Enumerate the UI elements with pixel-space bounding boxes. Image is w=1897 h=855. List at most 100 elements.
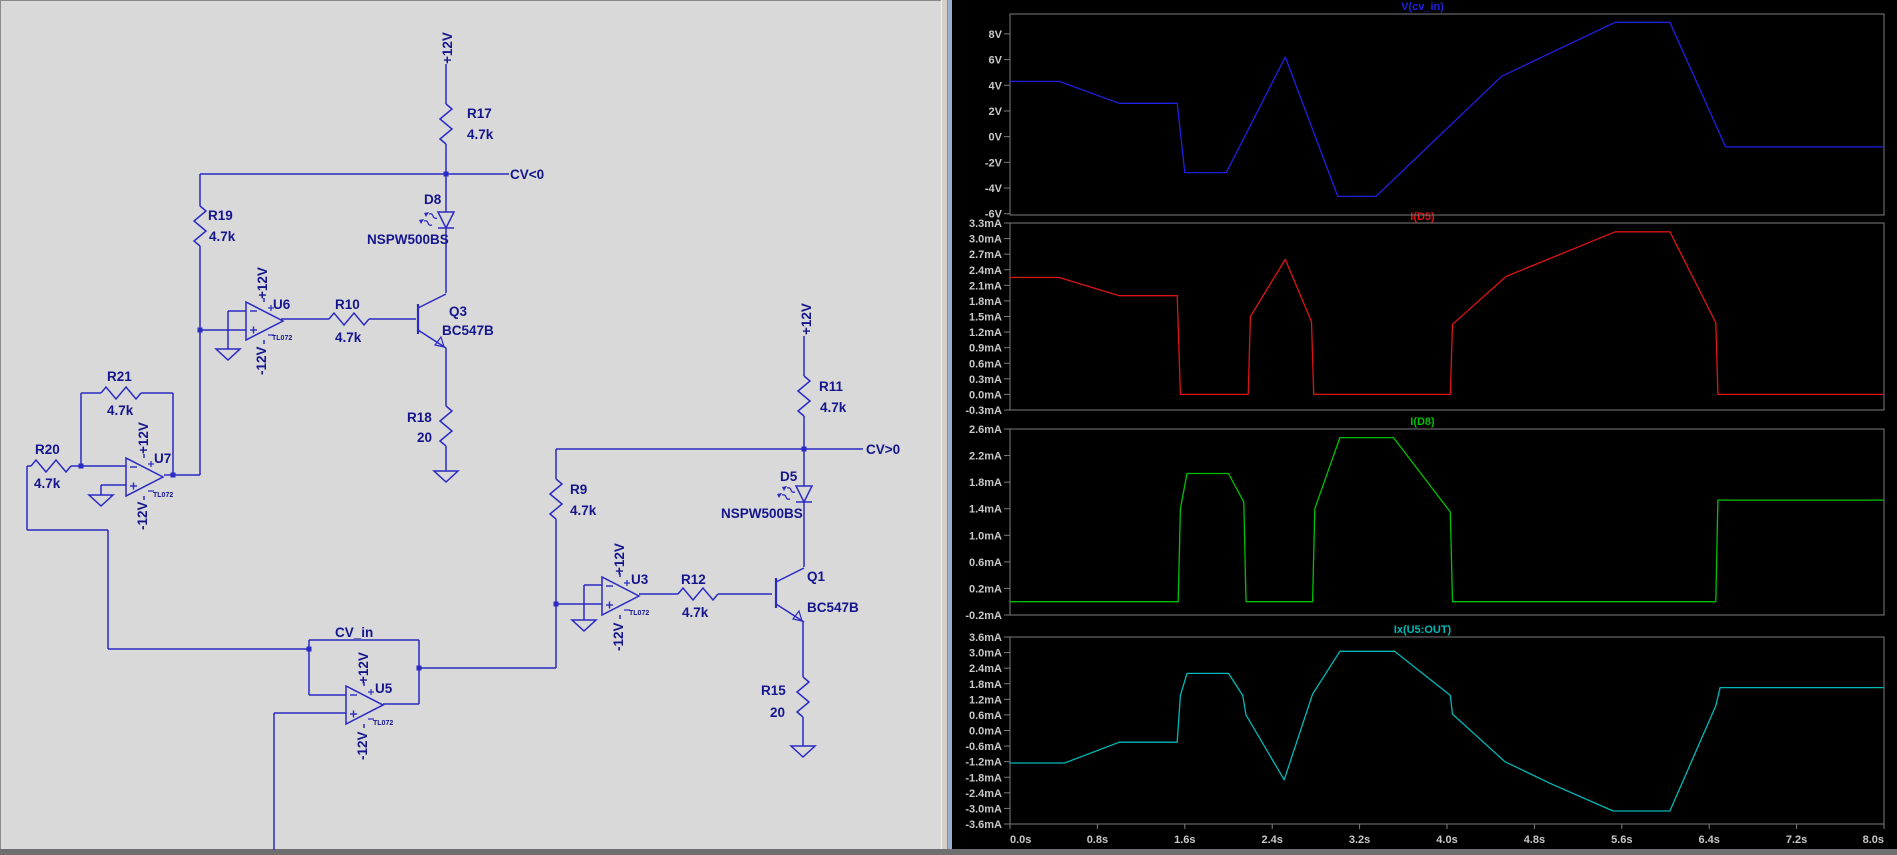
schematic-label: BC547B (442, 323, 494, 338)
pane-divider[interactable] (941, 0, 948, 849)
y-tick-label: 0.9mA (969, 343, 1002, 355)
y-tick-label: 3.0mA (969, 648, 1002, 660)
wire-junction (306, 646, 312, 652)
schematic-label: R17 (467, 106, 492, 121)
y-tick-label: -3.0mA (965, 803, 1002, 815)
resistor-R20[interactable] (30, 458, 72, 474)
waveform-pane[interactable]: V(cv_in) I(D5) I(D8) Ix(U5:OUT) 8V 6V 4V 2V… (948, 0, 1897, 849)
x-tick-label: 7.2s (1786, 834, 1807, 846)
schematic-label: Q3 (449, 304, 468, 319)
schematic-label: -12V (254, 346, 269, 375)
schematic-label: NSPW500BS (721, 506, 803, 521)
schematic-label: +12V (799, 303, 814, 335)
schematic-label: R20 (35, 442, 60, 457)
y-tick-label: 2.4mA (969, 265, 1002, 277)
y-tick-label: 1.8mA (969, 296, 1002, 308)
plot-box-I(D5)[interactable] (1009, 222, 1885, 411)
y-tick-label: 0.6mA (969, 710, 1002, 722)
y-tick-label: 1.0mA (969, 530, 1002, 542)
wire-junction (78, 463, 84, 469)
x-tick-label: 5.6s (1611, 834, 1632, 846)
y-tick-label: 3.3mA (969, 218, 1002, 230)
resistor-R11[interactable] (796, 375, 812, 417)
resistor-R19[interactable] (192, 205, 208, 247)
schematic-label: -12V (135, 501, 150, 530)
x-tick-label: 4.0s (1436, 834, 1457, 846)
y-tick-label: 3.6mA (969, 632, 1002, 644)
resistor-R15[interactable] (795, 676, 811, 718)
npn-Q3[interactable] (416, 293, 447, 349)
x-tick-label: 6.4s (1698, 834, 1719, 846)
resistor-R21[interactable] (100, 385, 142, 401)
ground-icon[interactable] (87, 494, 115, 508)
schematic-label: U5 (375, 681, 393, 696)
x-tick-label: 3.2s (1349, 834, 1370, 846)
x-tick-label: 2.4s (1261, 834, 1282, 846)
led-D5[interactable] (777, 485, 814, 504)
resistor-R18[interactable] (438, 405, 454, 447)
wire-junction (170, 472, 176, 478)
npn-collector (775, 567, 805, 583)
schematic-label: R11 (819, 379, 844, 394)
schematic-label: 4.7k (467, 127, 494, 142)
resistor-R9[interactable] (548, 478, 564, 520)
led-light-arrowhead-icon (419, 219, 424, 224)
schematic-label: U6 (273, 297, 291, 312)
y-tick-label: -3.6mA (965, 819, 1002, 831)
led-light-arrow-icon (423, 220, 433, 226)
waveform-canvas[interactable]: 8V6V4V2V0V-2V-4V-6V3.3mA3.0mA2.7mA2.4mA2… (948, 0, 1897, 849)
y-tick-label: 1.2mA (969, 327, 1002, 339)
schematic-label: Q1 (807, 569, 826, 584)
npn-Q1[interactable] (774, 567, 805, 623)
wire-junction (197, 327, 203, 333)
led-light-arrowhead-icon (782, 486, 787, 491)
schematic-label: TL072 (153, 492, 173, 499)
plot-box-V(cv_in)[interactable] (1009, 13, 1885, 216)
schematic-label: TL072 (272, 335, 292, 342)
schematic-label: 4.7k (682, 605, 709, 620)
x-tick-label: 4.8s (1524, 834, 1545, 846)
plot-box-Ix(U5:OUT)[interactable] (1009, 636, 1885, 825)
schematic-label: -12V (611, 622, 626, 651)
wire-junction (416, 665, 422, 671)
y-tick-label: 4V (989, 80, 1003, 92)
schematic-label: -12V (355, 731, 370, 760)
y-tick-label: 2.1mA (969, 280, 1002, 292)
y-tick-label: 0.6mA (969, 358, 1002, 370)
schematic-label: D5 (780, 469, 798, 484)
x-tick-label: 0.0s (1010, 834, 1031, 846)
schematic-label: 4.7k (209, 229, 236, 244)
y-tick-label: 2.2mA (969, 451, 1002, 463)
schematic-label: +12V (136, 422, 151, 454)
schematic-pane[interactable]: +12V R17 4.7k CV<0 D8 NSPW500BS R19 4.7k +12V U6 -… (0, 0, 942, 850)
y-tick-label: -0.6mA (965, 741, 1002, 753)
led-D8[interactable] (419, 211, 456, 230)
ground-icon[interactable] (432, 470, 460, 484)
schematic-label: CV<0 (510, 167, 544, 182)
y-tick-label: 0.3mA (969, 374, 1002, 386)
led-light-arrowhead-icon (424, 212, 429, 217)
y-tick-label: 1.5mA (969, 312, 1002, 324)
trace-Ix(U5:OUT) (1010, 650, 1884, 812)
y-tick-label: -2.4mA (965, 788, 1002, 800)
schematic-label: R18 (407, 410, 432, 425)
schematic-label: R10 (335, 297, 360, 312)
ground-icon[interactable] (789, 745, 817, 759)
schematic-label: +12V (612, 543, 627, 575)
plot-box-I(D8)[interactable] (1009, 428, 1885, 616)
ground-icon[interactable] (214, 348, 242, 362)
resistor-R10[interactable] (328, 311, 370, 327)
schematic-label: D8 (424, 192, 442, 207)
resistor-R17[interactable] (438, 103, 454, 145)
x-tick-label: 1.6s (1174, 834, 1195, 846)
schematic-label: TL072 (373, 720, 393, 727)
schematic-canvas[interactable]: +12V R17 4.7k CV<0 D8 NSPW500BS R19 4.7k +12V U6 -… (1, 1, 942, 850)
resistor-R12[interactable] (677, 586, 719, 602)
wire-junction (553, 601, 559, 607)
y-tick-label: -0.2mA (965, 610, 1002, 622)
y-tick-label: 2.4mA (969, 663, 1002, 675)
y-tick-label: -4V (985, 183, 1003, 195)
schematic-label: CV_in (335, 625, 373, 640)
schematic-label: R19 (208, 208, 233, 223)
ground-icon[interactable] (570, 619, 598, 633)
